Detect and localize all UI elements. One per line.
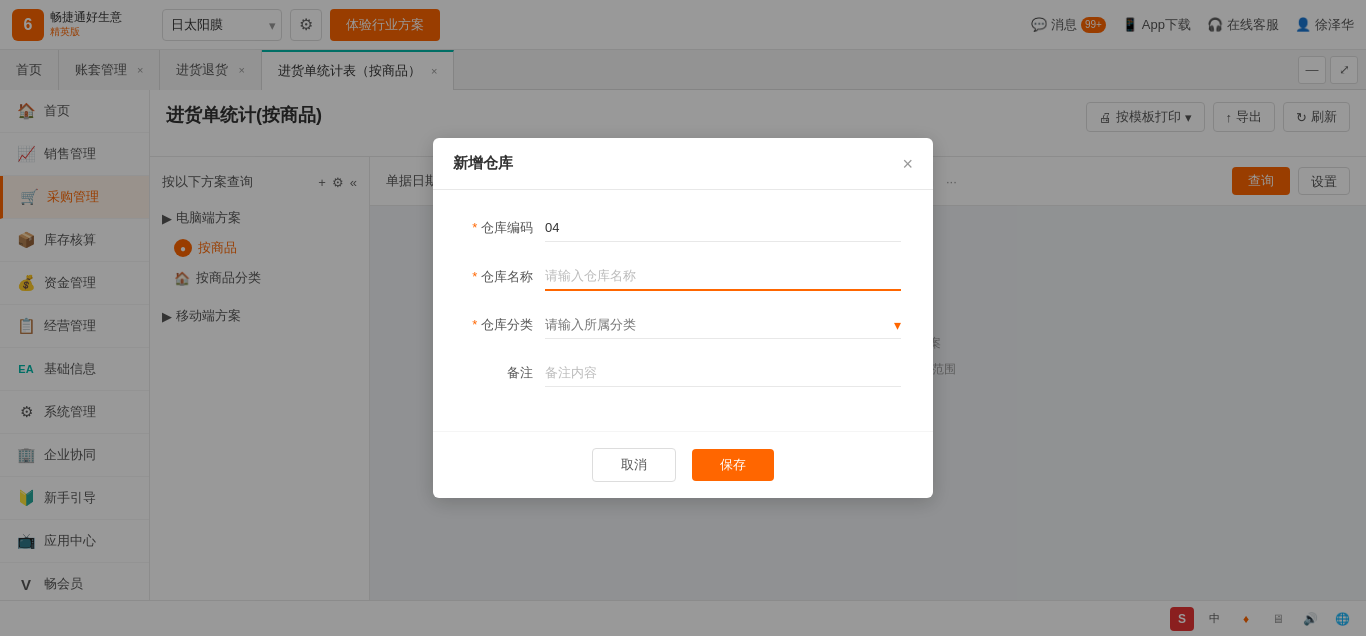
- warehouse-category-select-row: ▾: [545, 311, 901, 339]
- notes-label: 备注: [465, 364, 545, 382]
- warehouse-name-input[interactable]: [545, 262, 901, 291]
- cancel-button[interactable]: 取消: [592, 448, 676, 482]
- modal-title: 新增仓库: [453, 154, 513, 173]
- modal-header: 新增仓库 ×: [433, 138, 933, 190]
- modal-close-button[interactable]: ×: [902, 155, 913, 173]
- modal-body: 仓库编码 仓库名称 仓库分类 ▾ 备注: [433, 190, 933, 431]
- warehouse-code-label: 仓库编码: [465, 219, 545, 237]
- notes-input[interactable]: [545, 359, 901, 387]
- warehouse-category-input[interactable]: [545, 311, 894, 338]
- form-row-code: 仓库编码: [465, 214, 901, 242]
- category-dropdown-icon[interactable]: ▾: [894, 317, 901, 333]
- modal-footer: 取消 保存: [433, 431, 933, 498]
- modal-overlay[interactable]: 新增仓库 × 仓库编码 仓库名称 仓库分类 ▾: [0, 0, 1366, 636]
- save-button[interactable]: 保存: [692, 449, 774, 481]
- warehouse-category-label: 仓库分类: [465, 316, 545, 334]
- form-row-notes: 备注: [465, 359, 901, 387]
- form-row-category: 仓库分类 ▾: [465, 311, 901, 339]
- form-row-name: 仓库名称: [465, 262, 901, 291]
- warehouse-name-label: 仓库名称: [465, 268, 545, 286]
- warehouse-code-input[interactable]: [545, 214, 901, 242]
- new-warehouse-modal: 新增仓库 × 仓库编码 仓库名称 仓库分类 ▾: [433, 138, 933, 498]
